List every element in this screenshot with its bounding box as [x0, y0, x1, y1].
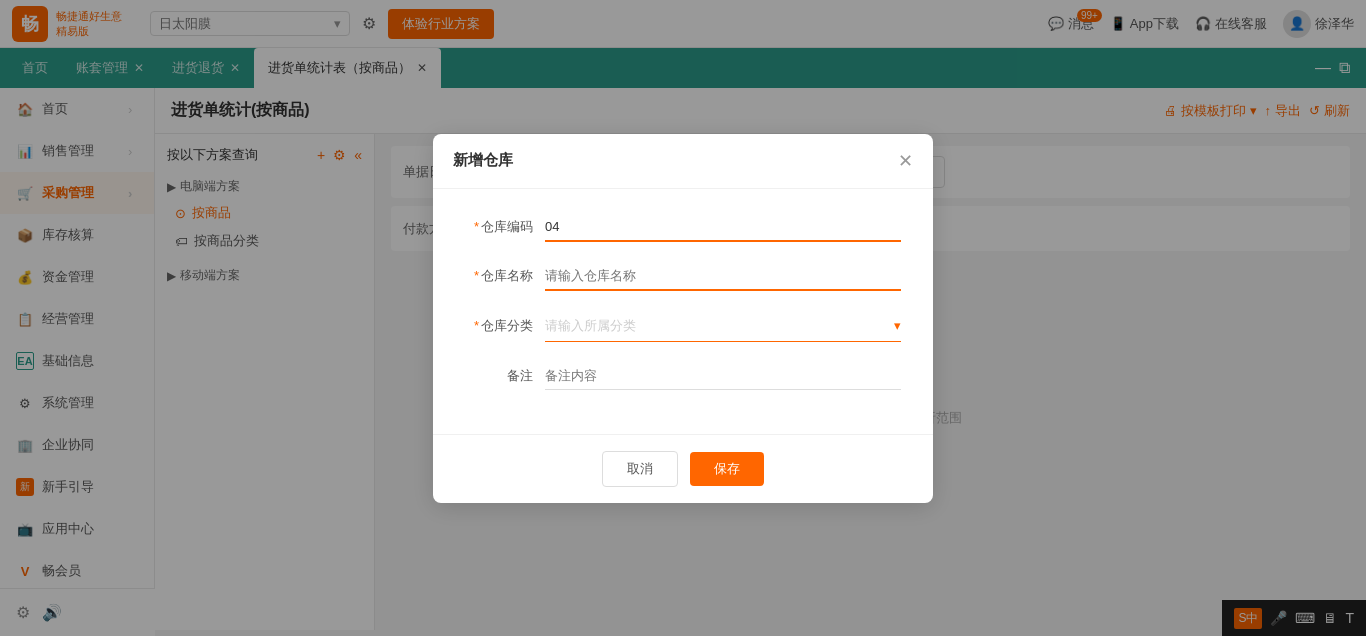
form-row-code: 仓库编码: [465, 213, 901, 242]
modal-close-btn[interactable]: ✕: [898, 150, 913, 172]
category-label: 仓库分类: [465, 317, 545, 335]
modal-footer: 取消 保存: [433, 434, 933, 503]
remark-label: 备注: [465, 367, 545, 385]
form-row-remark: 备注: [465, 362, 901, 390]
add-warehouse-modal: 新增仓库 ✕ 仓库编码 仓库名称 仓库分类 请输入所属分类 ▾: [433, 134, 933, 503]
code-input[interactable]: [545, 213, 901, 242]
remark-input[interactable]: [545, 362, 901, 390]
modal-overlay: 新增仓库 ✕ 仓库编码 仓库名称 仓库分类 请输入所属分类 ▾: [0, 0, 1366, 636]
modal-title: 新增仓库: [453, 151, 513, 170]
modal-body: 仓库编码 仓库名称 仓库分类 请输入所属分类 ▾ 备注: [433, 189, 933, 434]
category-select[interactable]: 请输入所属分类 ▾: [545, 311, 901, 342]
code-label: 仓库编码: [465, 218, 545, 236]
modal-header: 新增仓库 ✕: [433, 134, 933, 189]
cancel-button[interactable]: 取消: [602, 451, 678, 487]
name-input[interactable]: [545, 262, 901, 291]
category-placeholder: 请输入所属分类: [545, 317, 636, 335]
save-button[interactable]: 保存: [690, 452, 764, 486]
name-label: 仓库名称: [465, 267, 545, 285]
category-dropdown-icon: ▾: [894, 318, 901, 333]
form-row-name: 仓库名称: [465, 262, 901, 291]
form-row-category: 仓库分类 请输入所属分类 ▾: [465, 311, 901, 342]
